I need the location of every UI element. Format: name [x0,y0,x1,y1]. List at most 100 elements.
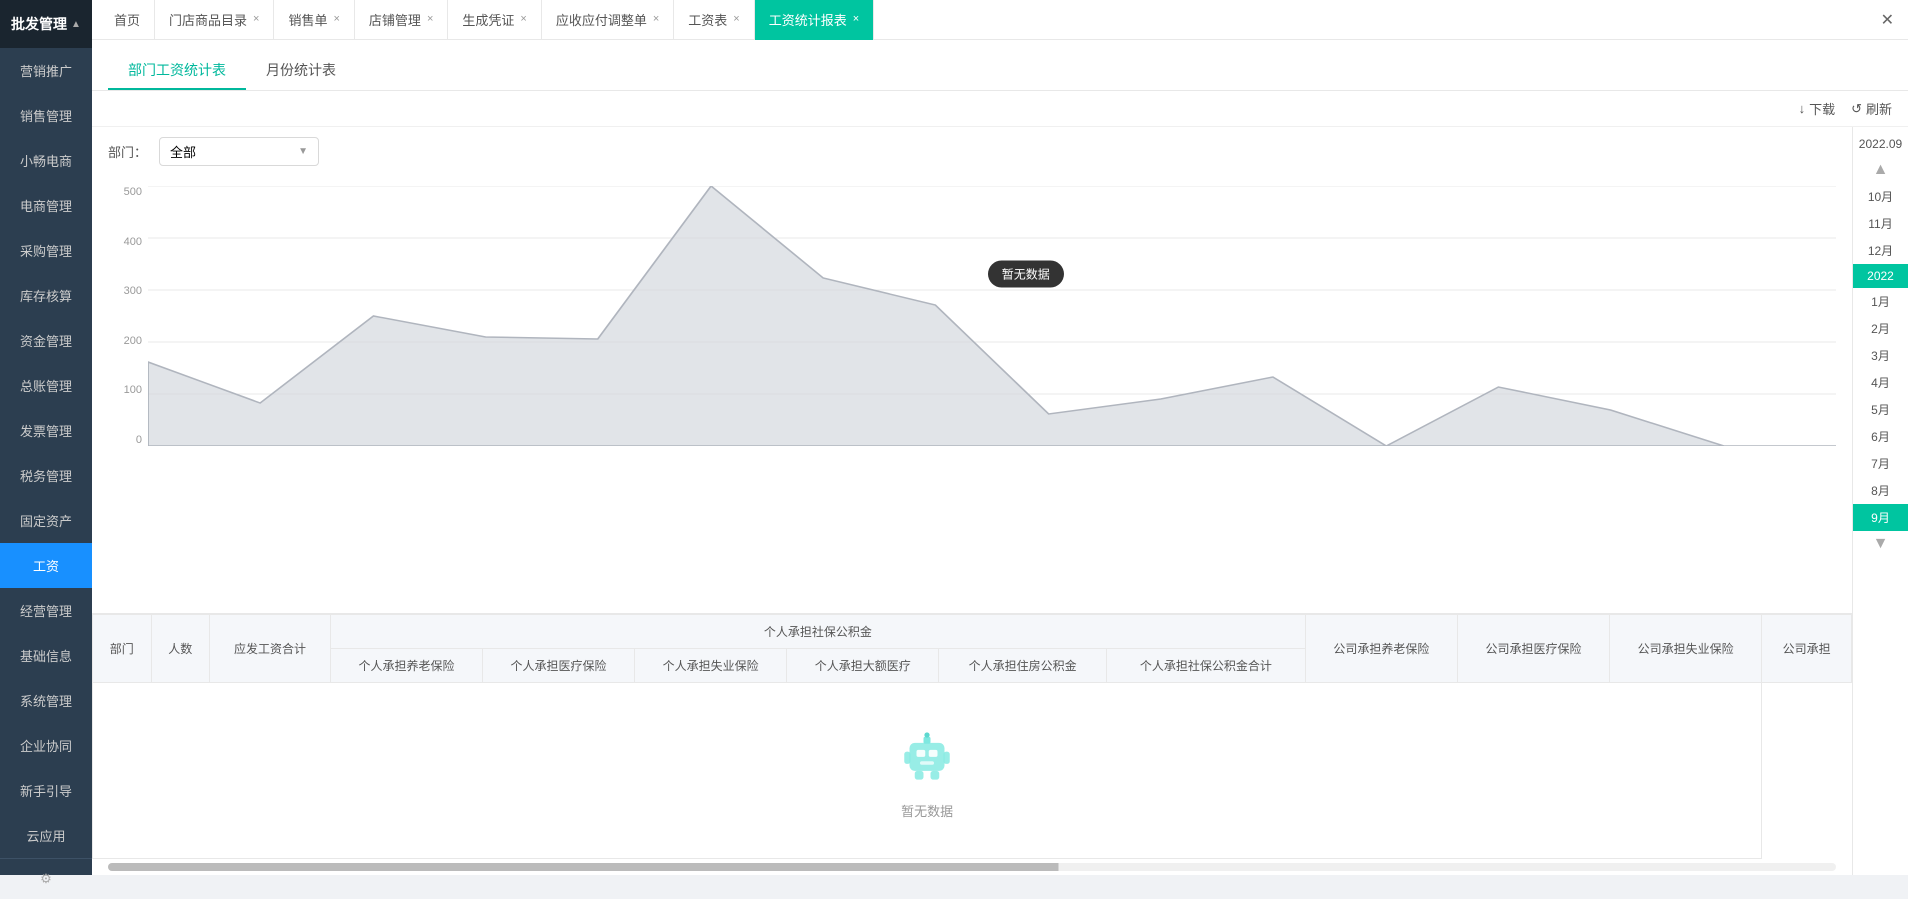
chart-svg [148,186,1836,446]
th-count: 人数 [151,615,210,683]
toolbar: ↓ 下载 ↺ 刷新 [92,91,1908,127]
chart-y-axis: 500 400 300 200 100 0 [108,186,148,446]
refresh-button[interactable]: ↺ 刷新 [1851,99,1892,118]
date-display: 2022.09 [1853,131,1908,157]
month-4[interactable]: 4月 [1853,369,1908,396]
th-personal-large-medical: 个人承担大额医疗 [787,649,939,683]
tab-label-生成凭证: 生成凭证 [462,10,514,29]
sidebar-item-税务管理[interactable]: 税务管理 [0,453,92,498]
download-button[interactable]: ↓ 下载 [1799,99,1836,118]
sidebar-item-企业协同[interactable]: 企业协同 [0,723,92,768]
th-company-pension: 公司承担养老保险 [1305,615,1457,683]
content-area: 部门工资统计表月份统计表 ↓ 下载 ↺ 刷新 部门： 全部 ▼ [92,40,1908,875]
date-nav-down[interactable]: ▼ [1853,531,1908,557]
y-label-500: 500 [124,186,142,198]
th-personal-total: 个人承担社保公积金合计 [1106,649,1305,683]
th-personal-pension: 个人承担养老保险 [330,649,482,683]
sidebar-item-电商管理[interactable]: 电商管理 [0,183,92,228]
sidebar-item-库存核算[interactable]: 库存核算 [0,273,92,318]
download-icon: ↓ [1799,101,1806,116]
download-label: 下载 [1809,99,1835,118]
tab-销售单[interactable]: 销售单 × [274,0,354,40]
filter-row: 部门： 全部 ▼ [92,127,1852,176]
year-2022[interactable]: 2022 [1853,264,1908,288]
main-area: 首页门店商品目录×销售单×店铺管理×生成凭证×应收应付调整单×工资表×工资统计报… [92,0,1908,875]
y-label-300: 300 [124,285,142,297]
month-11[interactable]: 11月 [1853,210,1908,237]
tab-label-店铺管理: 店铺管理 [369,10,421,29]
sidebar-item-云应用[interactable]: 云应用 [0,813,92,858]
tab-首页[interactable]: 首页 [100,0,155,40]
y-label-200: 200 [124,335,142,347]
tab-工资统计报表[interactable]: 工资统计报表 × [755,0,874,40]
chart-inner: 500 400 300 200 100 0 [108,186,1836,466]
no-data-text: 暂无数据 [1002,268,1050,282]
content-body: 部门： 全部 ▼ 500 400 300 200 100 [92,127,1908,875]
sidebar-item-系统管理[interactable]: 系统管理 [0,678,92,723]
sidebar-item-采购管理[interactable]: 采购管理 [0,228,92,273]
sub-tab-部门工资统计表[interactable]: 部门工资统计表 [108,52,246,90]
month-7[interactable]: 7月 [1853,450,1908,477]
th-department: 部门 [93,615,152,683]
date-nav-up[interactable]: ▲ [1853,157,1908,183]
tab-close-工资统计报表[interactable]: × [853,14,859,25]
empty-text: 暂无数据 [901,801,953,820]
month-3[interactable]: 3月 [1853,342,1908,369]
tab-close-店铺管理[interactable]: × [427,14,433,25]
month-6[interactable]: 6月 [1853,423,1908,450]
sidebar-item-基础信息[interactable]: 基础信息 [0,633,92,678]
content-left: 部门： 全部 ▼ 500 400 300 200 100 [92,127,1852,875]
empty-state: 暂无数据 [103,691,1751,850]
tab-close-销售单[interactable]: × [333,14,339,25]
tab-label-门店商品目录: 门店商品目录 [169,10,247,29]
sidebar-item-销售管理[interactable]: 销售管理 [0,93,92,138]
date-panel: 2022.09 ▲ 10月 11月 12月 2022 1月 2月 3月 4月 5… [1852,127,1908,875]
month-9[interactable]: 9月 [1853,504,1908,531]
chart-container: 500 400 300 200 100 0 [92,176,1852,613]
sidebar-item-营销推广[interactable]: 营销推广 [0,48,92,93]
sidebar-item-小畅电商[interactable]: 小畅电商 [0,138,92,183]
month-1[interactable]: 1月 [1853,288,1908,315]
sidebar-settings[interactable]: ⚙ [0,858,92,899]
sidebar-item-固定资产[interactable]: 固定资产 [0,498,92,543]
refresh-label: 刷新 [1866,99,1892,118]
tab-工资表[interactable]: 工资表× [674,0,754,40]
month-5[interactable]: 5月 [1853,396,1908,423]
close-all-tabs-button[interactable]: ✕ [1875,8,1900,32]
tab-应收应付调整单[interactable]: 应收应付调整单× [542,0,674,40]
tab-close-生成凭证[interactable]: × [520,14,526,25]
department-filter-select[interactable]: 全部 ▼ [159,137,319,166]
th-company-unemployment: 公司承担失业保险 [1610,615,1762,683]
scroll-hint[interactable] [108,863,1836,871]
no-data-tooltip: 暂无数据 [988,261,1064,288]
sidebar-item-新手引导[interactable]: 新手引导 [0,768,92,813]
tab-生成凭证[interactable]: 生成凭证 × [448,0,541,40]
tab-close-工资表[interactable]: × [733,14,739,25]
sidebar-item-发票管理[interactable]: 发票管理 [0,408,92,453]
tab-label-销售单: 销售单 [288,10,327,29]
data-table: 部门 人数 应发工资合计 个人承担社保公积金 公司承担养老保险 公司承担医疗保险… [92,614,1852,859]
tab-店铺管理[interactable]: 店铺管理 × [355,0,448,40]
gear-icon: ⚙ [40,871,52,886]
tab-label-工资统计报表: 工资统计报表 [769,10,847,29]
tab-bar-actions: ✕ [1875,8,1900,32]
month-10[interactable]: 10月 [1853,183,1908,210]
sidebar-title[interactable]: 批发管理 ▲ [0,0,92,48]
sidebar-item-资金管理[interactable]: 资金管理 [0,318,92,363]
sidebar-item-总账管理[interactable]: 总账管理 [0,363,92,408]
chart-plot: 暂无数据 [148,186,1836,446]
sub-tab-月份统计表[interactable]: 月份统计表 [246,52,356,90]
department-filter-value: 全部 [170,142,290,161]
sidebar-title-arrow-icon: ▲ [71,19,81,30]
month-12[interactable]: 12月 [1853,237,1908,264]
sub-tabs: 部门工资统计表月份统计表 [92,40,1908,91]
tab-close-应收应付调整单[interactable]: × [653,14,659,25]
month-8[interactable]: 8月 [1853,477,1908,504]
tab-close-门店商品目录[interactable]: × [253,14,259,25]
month-2[interactable]: 2月 [1853,315,1908,342]
sidebar-item-工资[interactable]: 工资 [0,543,92,588]
sidebar-item-经营管理[interactable]: 经营管理 [0,588,92,633]
refresh-icon: ↺ [1851,101,1862,117]
th-total-wage: 应发工资合计 [210,615,331,683]
tab-门店商品目录[interactable]: 门店商品目录 × [155,0,274,40]
